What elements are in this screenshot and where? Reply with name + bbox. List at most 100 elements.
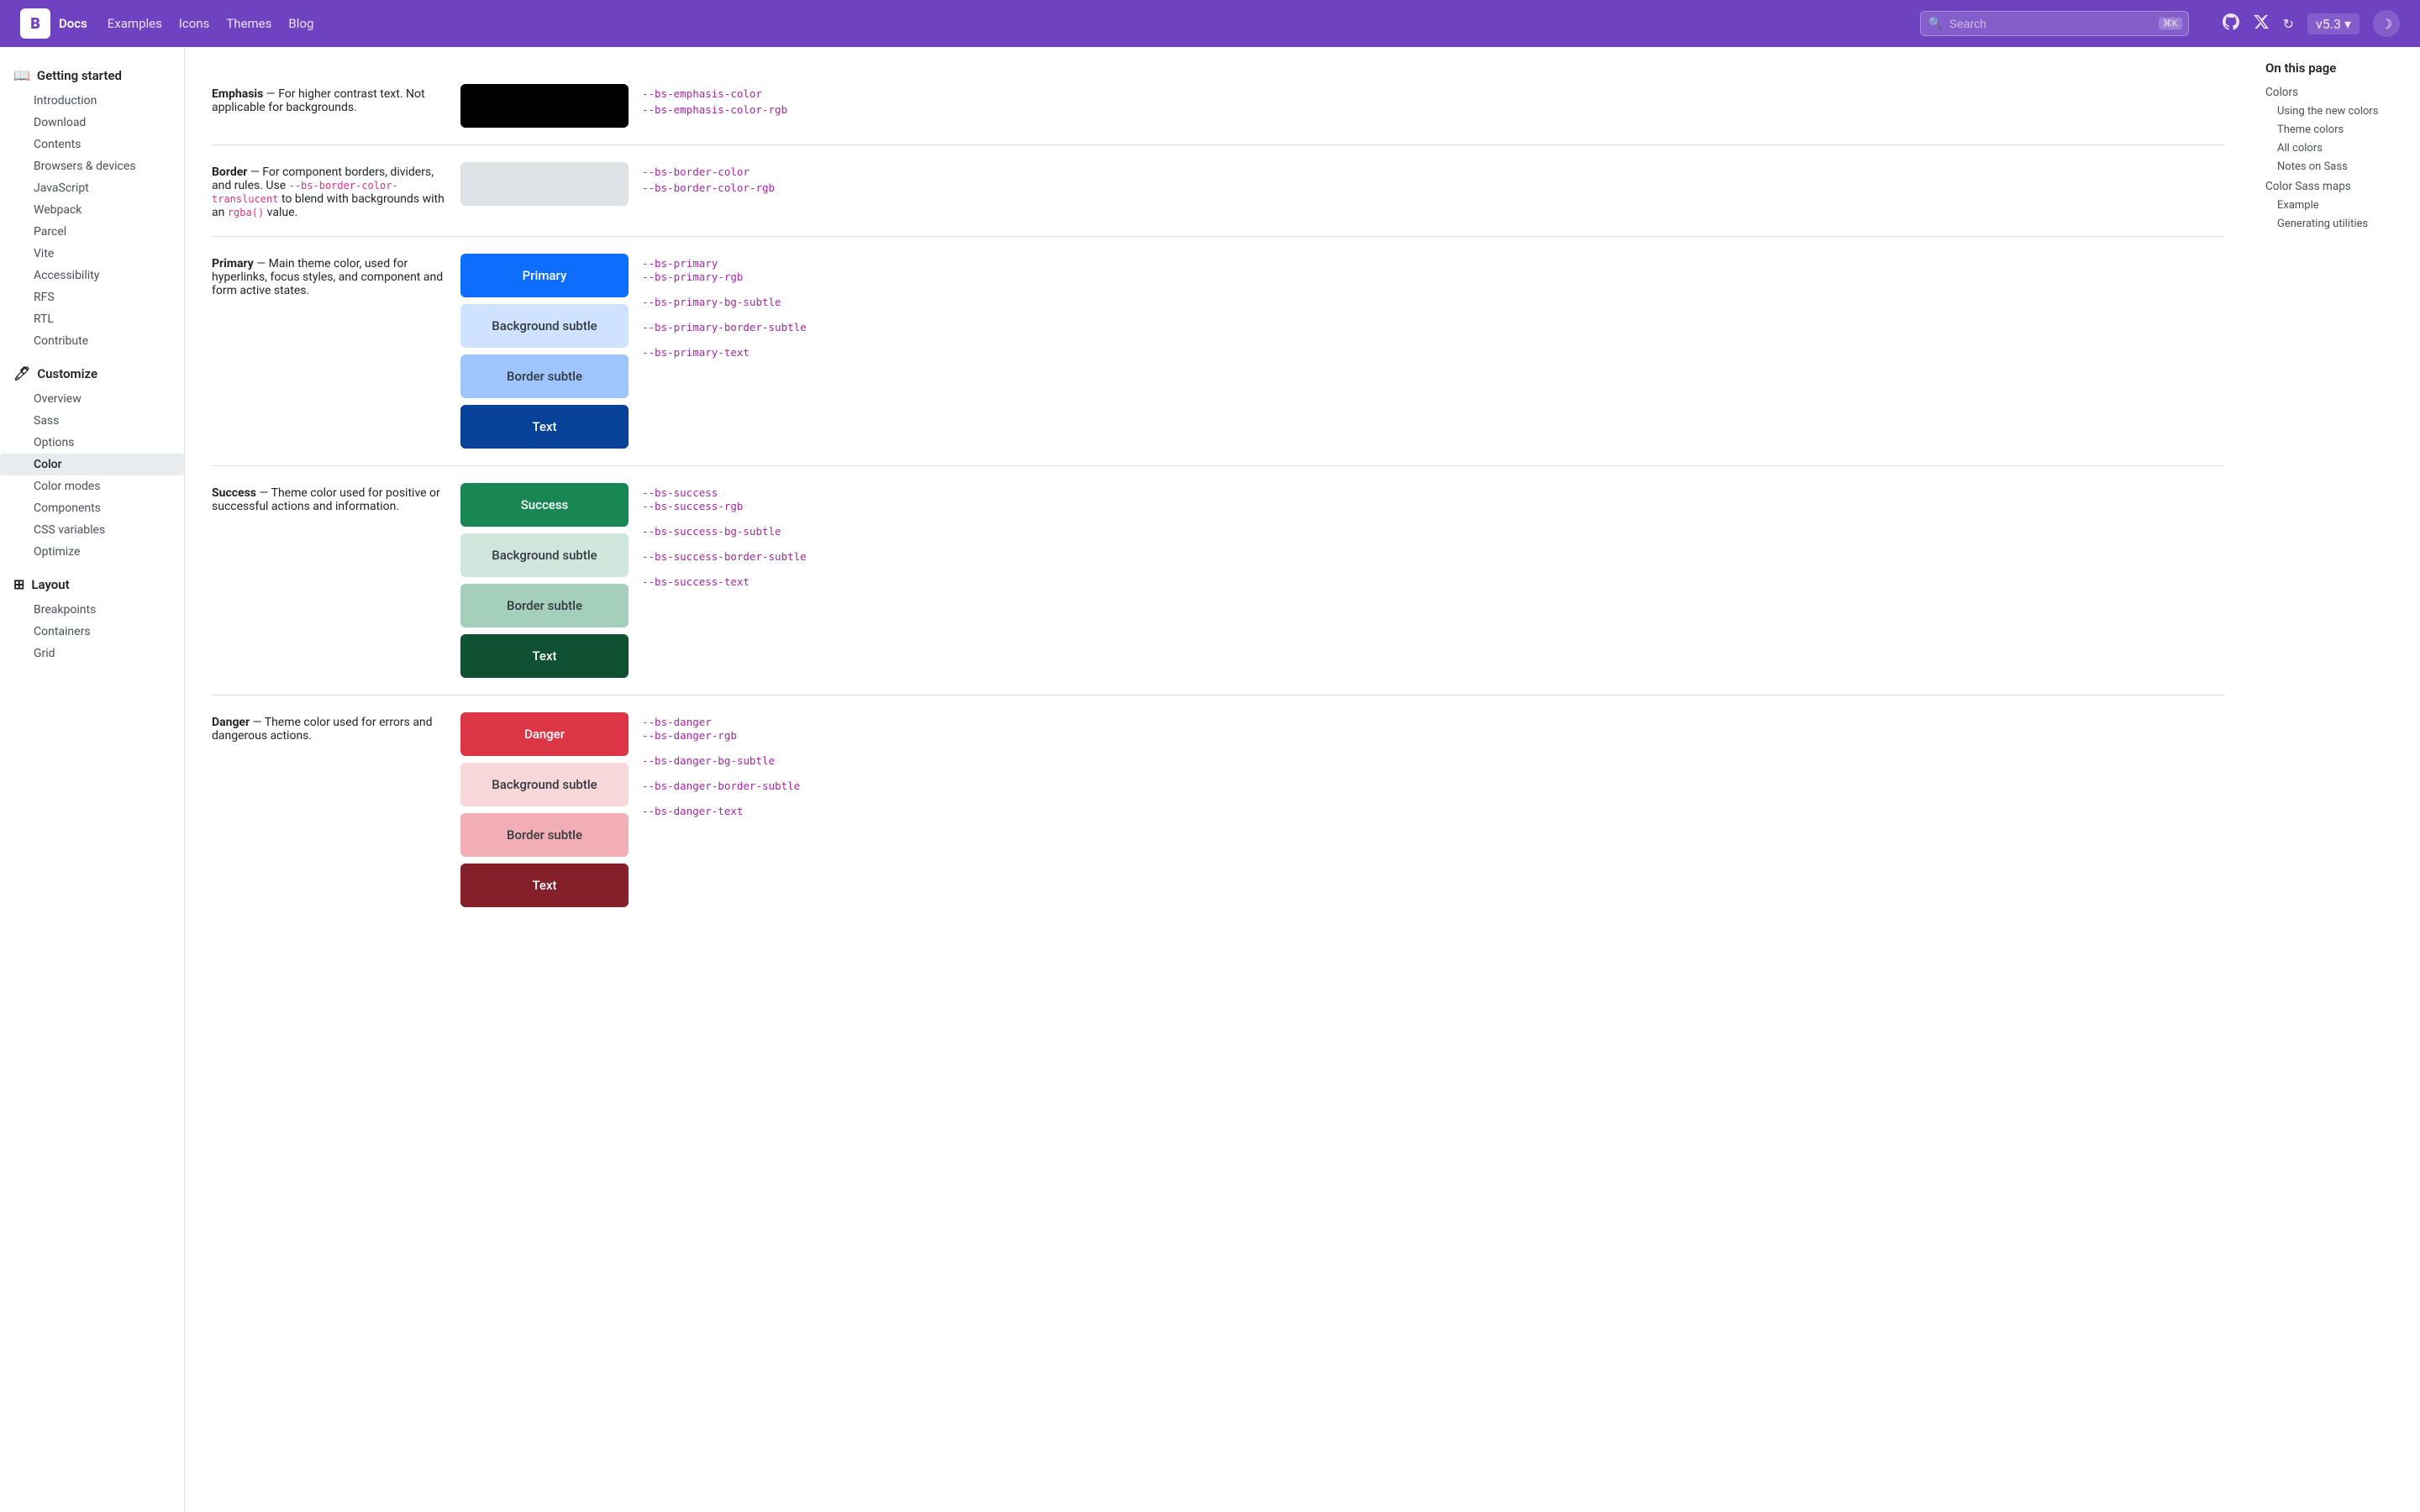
- nav-icons[interactable]: Icons: [179, 16, 210, 31]
- color-vars-success: --bs-success --bs-success-rgb --bs-succe…: [642, 483, 2225, 597]
- page-layout: 📖 Getting started Introduction Download …: [0, 47, 2420, 1512]
- sidebar-link-vite[interactable]: Vite: [0, 243, 184, 265]
- sidebar-link-rfs[interactable]: RFS: [0, 286, 184, 308]
- color-var: --bs-primary-text: [642, 346, 750, 359]
- var-group-success: --bs-success --bs-success-rgb: [642, 486, 2225, 513]
- sidebar-link-color-modes[interactable]: Color modes: [0, 475, 184, 497]
- color-var: --bs-success-rgb: [642, 500, 743, 512]
- var-group-danger-border: --bs-danger-border-subtle: [642, 780, 2225, 793]
- sidebar-item-active: Color: [0, 454, 184, 475]
- color-vars-border: --bs-border-color --bs-border-color-rgb: [642, 162, 2225, 194]
- color-swatches-primary: Primary Background subtle Border subtle …: [460, 254, 629, 449]
- on-this-page-link-notes-on-sass[interactable]: Notes on Sass: [2277, 160, 2348, 173]
- theme-toggle[interactable]: ☽: [2373, 10, 2400, 37]
- color-row-success: Success — Theme color used for positive …: [212, 466, 2225, 696]
- search-input[interactable]: [1920, 11, 2189, 36]
- color-desc-primary: Primary — Main theme color, used for hyp…: [212, 254, 447, 297]
- sidebar-item: RTL: [0, 308, 184, 330]
- var-group-primary: --bs-primary --bs-primary-rgb: [642, 257, 2225, 284]
- sidebar-link-grid[interactable]: Grid: [0, 643, 184, 664]
- sidebar-item: Vite: [0, 243, 184, 265]
- sidebar-item: Browsers & devices: [0, 155, 184, 177]
- color-var: --bs-danger: [642, 716, 712, 728]
- sidebar-section-title-layout: Layout: [31, 577, 69, 592]
- brand-icon: B: [20, 8, 50, 39]
- on-this-page-link-generating-utilities[interactable]: Generating utilities: [2277, 218, 2368, 230]
- var-group-success-bg: --bs-success-bg-subtle: [642, 525, 2225, 538]
- nav-themes[interactable]: Themes: [226, 16, 271, 31]
- color-label-emphasis: Emphasis — For higher contrast text. Not…: [212, 87, 425, 114]
- sidebar-link-optimize[interactable]: Optimize: [0, 541, 184, 563]
- on-this-page-item: Colors: [2265, 86, 2407, 99]
- color-vars-emphasis: --bs-emphasis-color --bs-emphasis-color-…: [642, 84, 2225, 116]
- sidebar-link-introduction[interactable]: Introduction: [0, 90, 184, 112]
- github-icon[interactable]: [2223, 13, 2239, 34]
- swatch-success-bg-subtle: Background subtle: [460, 533, 629, 577]
- on-this-page-link-color-sass-maps[interactable]: Color Sass maps: [2265, 180, 2351, 193]
- sidebar-link-browsers-devices[interactable]: Browsers & devices: [0, 155, 184, 177]
- sidebar-link-parcel[interactable]: Parcel: [0, 221, 184, 243]
- var-group-danger-text: --bs-danger-text: [642, 805, 2225, 818]
- on-this-page-link-colors[interactable]: Colors: [2265, 86, 2298, 99]
- sidebar-link-containers[interactable]: Containers: [0, 621, 184, 643]
- sidebar-item: Contents: [0, 134, 184, 155]
- refresh-icon[interactable]: ↻: [2283, 16, 2294, 32]
- search-kbd: ⌘K: [2159, 18, 2182, 30]
- sidebar-link-color[interactable]: Color: [0, 454, 184, 475]
- color-var: --bs-danger-text: [642, 805, 743, 817]
- sidebar-item: Components: [0, 497, 184, 519]
- color-vars-danger: --bs-danger --bs-danger-rgb --bs-danger-…: [642, 712, 2225, 827]
- sidebar-link-contents[interactable]: Contents: [0, 134, 184, 155]
- color-swatches-success: Success Background subtle Border subtle …: [460, 483, 629, 678]
- color-var: --bs-success-border-subtle: [642, 550, 807, 563]
- sidebar-link-accessibility[interactable]: Accessibility: [0, 265, 184, 286]
- color-row-border: Border — For component borders, dividers…: [212, 145, 2225, 237]
- color-row-danger: Danger — Theme color used for errors and…: [212, 696, 2225, 924]
- sidebar-link-overview[interactable]: Overview: [0, 388, 184, 410]
- color-var: --bs-primary-rgb: [642, 270, 743, 283]
- sidebar-item: JavaScript: [0, 177, 184, 199]
- var-group-danger-bg: --bs-danger-bg-subtle: [642, 754, 2225, 768]
- color-desc-border: Border — For component borders, dividers…: [212, 162, 447, 219]
- sidebar-item: Optimize: [0, 541, 184, 563]
- on-this-page-item: Theme colors: [2277, 123, 2407, 136]
- brand[interactable]: B Docs: [20, 8, 87, 39]
- sidebar-link-sass[interactable]: Sass: [0, 410, 184, 432]
- sidebar-link-css-variables[interactable]: CSS variables: [0, 519, 184, 541]
- color-row-primary: Primary — Main theme color, used for hyp…: [212, 237, 2225, 466]
- sidebar-item: Parcel: [0, 221, 184, 243]
- on-this-page-link-theme-colors[interactable]: Theme colors: [2277, 123, 2344, 136]
- sidebar-item: Options: [0, 432, 184, 454]
- sidebar-item: Breakpoints: [0, 599, 184, 621]
- nav-blog[interactable]: Blog: [288, 16, 313, 31]
- nav-examples[interactable]: Examples: [108, 16, 162, 31]
- var-group-primary-text: --bs-primary-text: [642, 346, 2225, 360]
- on-this-page-link-using-new-colors[interactable]: Using the new colors: [2277, 105, 2379, 118]
- version-badge[interactable]: v5.3 ▾: [2307, 13, 2360, 34]
- sidebar-link-options[interactable]: Options: [0, 432, 184, 454]
- on-this-page-link-example[interactable]: Example: [2277, 199, 2319, 212]
- sidebar-link-download[interactable]: Download: [0, 112, 184, 134]
- swatch-emphasis: [460, 84, 629, 128]
- sidebar-link-webpack[interactable]: Webpack: [0, 199, 184, 221]
- sidebar-link-rtl[interactable]: RTL: [0, 308, 184, 330]
- var-group-success-border: --bs-success-border-subtle: [642, 550, 2225, 564]
- color-label-border: Border — For component borders, dividers…: [212, 165, 445, 219]
- var-group-primary-border: --bs-primary-border-subtle: [642, 321, 2225, 334]
- color-var: --bs-success: [642, 486, 718, 499]
- swatch-primary-border-subtle: Border subtle: [460, 354, 629, 398]
- twitter-icon[interactable]: [2253, 13, 2270, 34]
- var-group-danger: --bs-danger --bs-danger-rgb: [642, 716, 2225, 743]
- color-var: --bs-border-color: [642, 165, 2225, 178]
- swatch-danger-text: Text: [460, 864, 629, 907]
- color-var: --bs-primary-bg-subtle: [642, 296, 781, 308]
- sidebar-item: Contribute: [0, 330, 184, 352]
- sidebar-link-contribute[interactable]: Contribute: [0, 330, 184, 352]
- on-this-page-link-all-colors[interactable]: All colors: [2277, 142, 2323, 155]
- brand-docs-link[interactable]: Docs: [59, 16, 87, 31]
- sidebar-link-components[interactable]: Components: [0, 497, 184, 519]
- sidebar-link-javascript[interactable]: JavaScript: [0, 177, 184, 199]
- sidebar-item: Webpack: [0, 199, 184, 221]
- color-desc-danger: Danger — Theme color used for errors and…: [212, 712, 447, 743]
- sidebar-link-breakpoints[interactable]: Breakpoints: [0, 599, 184, 621]
